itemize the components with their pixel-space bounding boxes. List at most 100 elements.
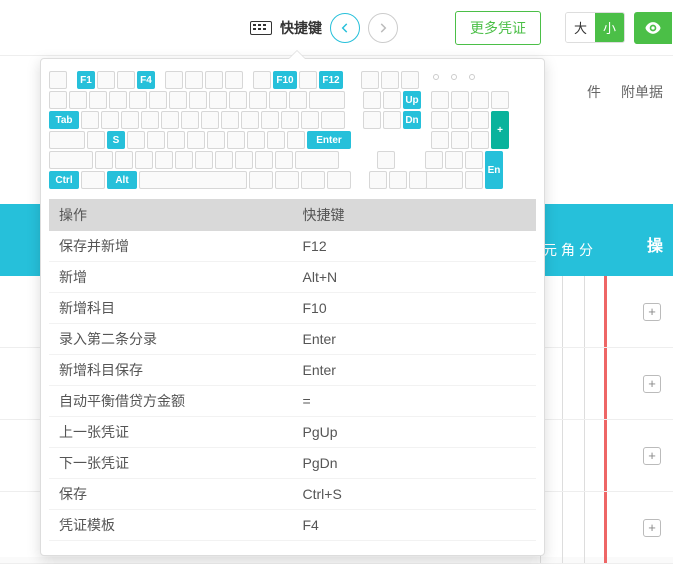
key-numdot (465, 171, 483, 189)
key-scrlk (381, 71, 399, 89)
key-lctrl: Ctrl (49, 171, 79, 189)
action-cell: 下一张凭证 (49, 448, 293, 479)
shortcut-cell: = (293, 386, 537, 417)
key-lshift (49, 151, 93, 169)
key-home (383, 91, 401, 109)
key-v (155, 151, 173, 169)
action-cell: 凭证模板 (49, 510, 293, 541)
next-button[interactable] (368, 13, 398, 43)
key-n (195, 151, 213, 169)
key-esc (49, 71, 67, 89)
key-numlock (431, 91, 449, 109)
key-rbracket (301, 111, 319, 129)
shortcut-cell: Alt+N (293, 262, 537, 293)
add-row-button[interactable]: + (643, 519, 661, 537)
size-small-option[interactable]: 小 (595, 13, 624, 42)
key-6 (169, 91, 187, 109)
key-arrow-left (369, 171, 387, 189)
key-quote (287, 131, 305, 149)
table-row: 新增科目F10 (49, 293, 536, 324)
key-u (201, 111, 219, 129)
key-f6 (185, 71, 203, 89)
table-row: 保存并新增F12 (49, 231, 536, 262)
key-l (247, 131, 265, 149)
key-numenter: En (485, 151, 503, 189)
key-j (207, 131, 225, 149)
key-0 (249, 91, 267, 109)
key-backspace (309, 91, 345, 109)
key-pause (401, 71, 419, 89)
key-num1 (425, 151, 443, 169)
key-enter: Enter (307, 131, 351, 149)
attach-hint[interactable]: 附单据 (621, 82, 663, 102)
key-h (187, 131, 205, 149)
key-k (227, 131, 245, 149)
eye-icon (643, 18, 663, 38)
key-lwin (81, 171, 105, 189)
table-row: 新增Alt+N (49, 262, 536, 293)
key-f8 (225, 71, 243, 89)
led-icon (469, 74, 475, 80)
key-o (241, 111, 259, 129)
shortcut-cell: F10 (293, 293, 537, 324)
led-icon (433, 74, 439, 80)
more-vouchers-button[interactable]: 更多凭证 (455, 11, 541, 45)
prev-button[interactable] (330, 13, 360, 43)
key-i (221, 111, 239, 129)
key-semicolon (267, 131, 285, 149)
key-pgdn: Dn (403, 111, 421, 129)
key-rwin (275, 171, 299, 189)
key-7 (189, 91, 207, 109)
action-cell: 新增科目保存 (49, 355, 293, 386)
key-numplus: + (491, 111, 509, 149)
key-b (175, 151, 193, 169)
key-f4: F4 (137, 71, 155, 89)
key-comma (235, 151, 253, 169)
key-end (383, 111, 401, 129)
key-y (181, 111, 199, 129)
key-1 (69, 91, 87, 109)
key-r (141, 111, 159, 129)
add-row-button[interactable]: + (643, 447, 661, 465)
key-prtsc (361, 71, 379, 89)
key-num8 (451, 111, 469, 129)
key-num9 (471, 111, 489, 129)
key-space (139, 171, 247, 189)
key-period (255, 151, 273, 169)
key-9 (229, 91, 247, 109)
add-row-button[interactable]: + (643, 303, 661, 321)
key-num4 (431, 131, 449, 149)
size-large-option[interactable]: 大 (566, 13, 595, 42)
shortcuts-table: 操作 快捷键 保存并新增F12新增Alt+N新增科目F10录入第二条分录Ente… (49, 199, 536, 541)
key-rshift (295, 151, 339, 169)
key-f10: F10 (273, 71, 297, 89)
top-toolbar: 快捷键 更多凭证 大 小 (0, 0, 673, 56)
shortcut-cell: PgUp (293, 417, 537, 448)
key-numdiv (451, 91, 469, 109)
key-4 (129, 91, 147, 109)
view-button[interactable] (634, 12, 672, 44)
key-num5 (451, 131, 469, 149)
key-nummul (471, 91, 489, 109)
key-num0 (425, 171, 463, 189)
shortcut-cell: Enter (293, 324, 537, 355)
table-row: 录入第二条分录Enter (49, 324, 536, 355)
key-d (127, 131, 145, 149)
key-capslock (49, 131, 85, 149)
key-z (95, 151, 113, 169)
key-numsub (491, 91, 509, 109)
key-backtick (49, 91, 67, 109)
key-minus (269, 91, 287, 109)
key-e (121, 111, 139, 129)
add-row-button[interactable]: + (643, 375, 661, 393)
key-f3 (117, 71, 135, 89)
key-del (363, 111, 381, 129)
shortcuts-label[interactable]: 快捷键 (280, 18, 322, 38)
key-rctrl (327, 171, 351, 189)
key-menu (301, 171, 325, 189)
action-cell: 保存 (49, 479, 293, 510)
key-lalt: Alt (107, 171, 137, 189)
key-arrow-down (389, 171, 407, 189)
size-toggle: 大 小 (565, 12, 625, 43)
key-lbracket (281, 111, 299, 129)
